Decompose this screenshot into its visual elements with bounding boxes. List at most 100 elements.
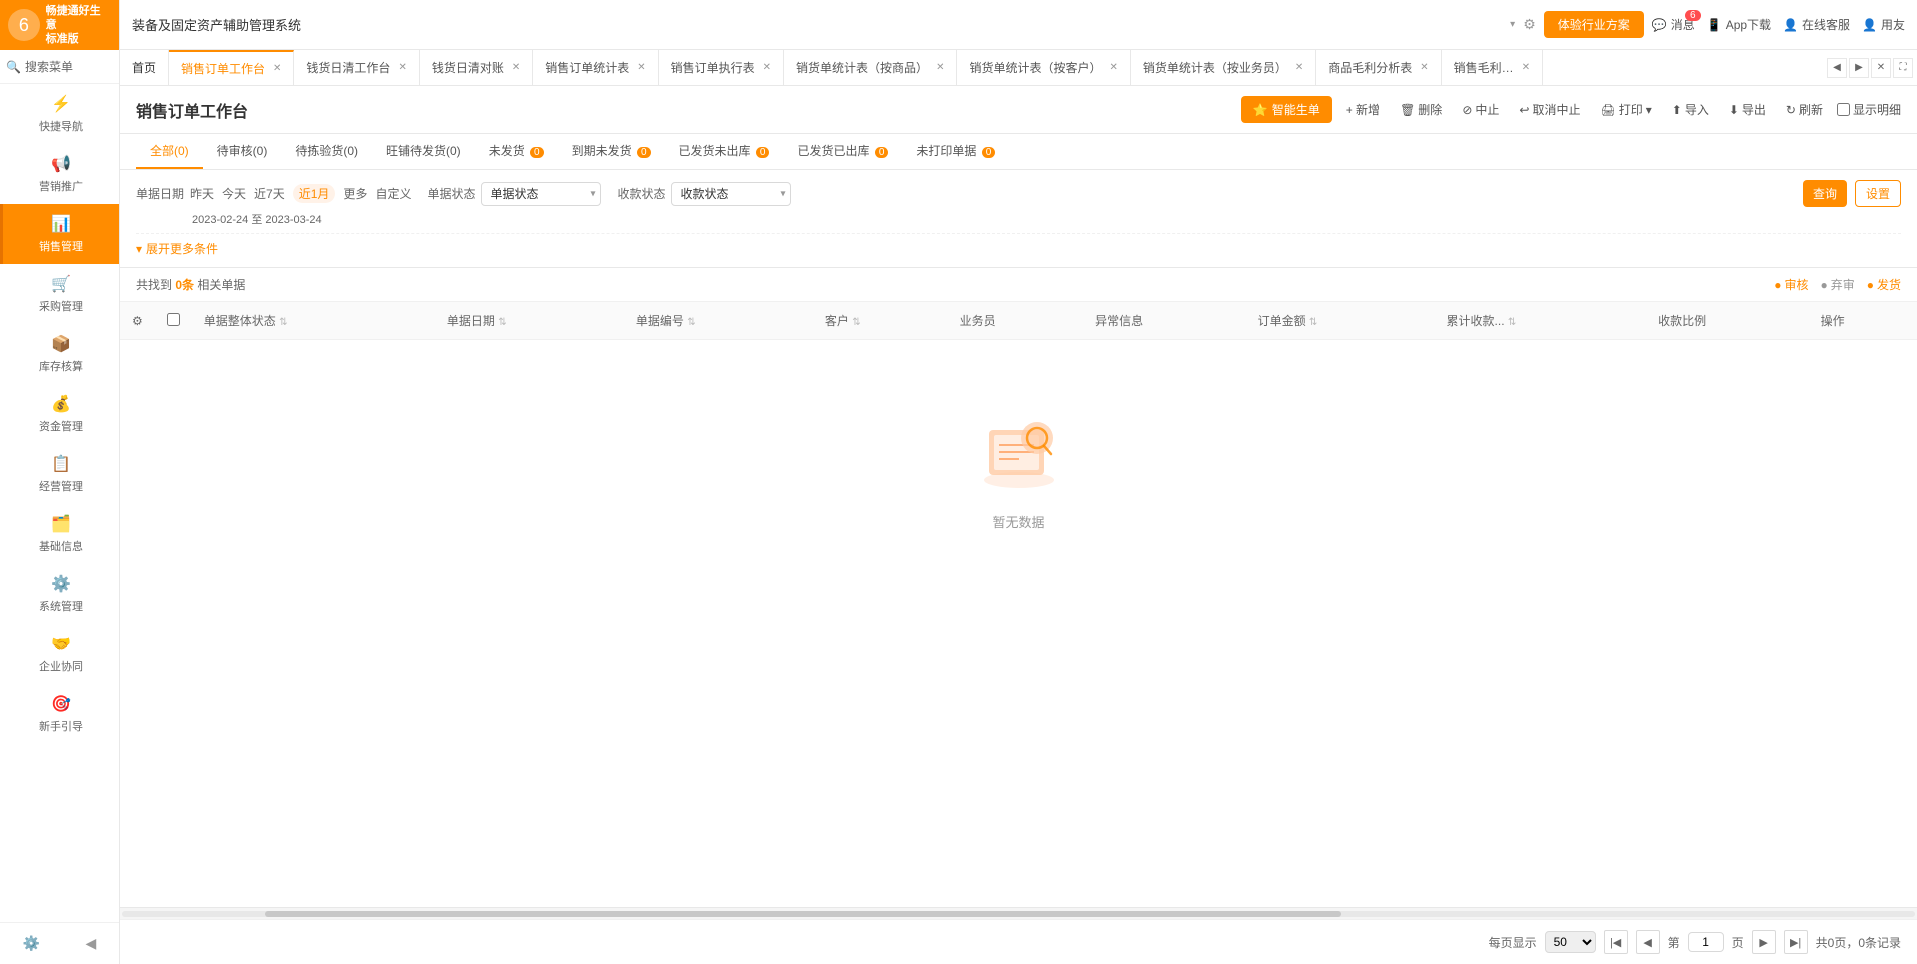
sub-tab-not-shipped[interactable]: 未发货 0	[475, 134, 558, 169]
sub-tab-overdue-ship[interactable]: 到期未发货 0	[558, 134, 665, 169]
sidebar-nav-item-5[interactable]: 💰 资金管理	[0, 384, 119, 444]
settings-gear-icon[interactable]: ⚙	[1523, 16, 1536, 33]
date-opt-7days[interactable]: 近7天	[254, 185, 285, 202]
tab-gross-profit[interactable]: 商品毛利分析表 ✕	[1316, 50, 1441, 86]
online-service-btn[interactable]: 👤 在线客服	[1783, 16, 1850, 33]
tab-close-btn[interactable]: ✕	[273, 63, 281, 74]
date-opt-yesterday[interactable]: 昨天	[190, 185, 214, 202]
tab-close-btn-10[interactable]: ✕	[1522, 62, 1530, 73]
tab-close-btn-9[interactable]: ✕	[1420, 62, 1428, 73]
tab-daily-reconcile[interactable]: 钱货日清对账 ✕	[420, 50, 533, 86]
sort-collected-icon[interactable]: ⇅	[1508, 317, 1516, 328]
filter-area: 单据日期 昨天 今天 近7天 近1月 更多 自定义 单据状态 单据状态	[120, 170, 1917, 268]
tab-nav-left-btn[interactable]: ◀	[1827, 58, 1847, 78]
print-btn[interactable]: 🖨 打印 ▾	[1594, 97, 1657, 122]
stop-btn[interactable]: ⊘ 中止	[1456, 97, 1505, 122]
sub-tab-pending-audit[interactable]: 待审核(0)	[203, 134, 282, 169]
sidebar-nav-item-8[interactable]: ⚙️ 系统管理	[0, 564, 119, 624]
revoke-action[interactable]: ● 弃审	[1820, 276, 1854, 293]
last-page-btn[interactable]: ▶|	[1784, 930, 1808, 954]
tab-nav-right-btn[interactable]: ▶	[1849, 58, 1869, 78]
tab-nav-fullscreen-btn[interactable]: ⛶	[1893, 58, 1913, 78]
select-all-checkbox[interactable]	[167, 313, 180, 326]
settings-col-icon[interactable]: ⚙	[132, 314, 143, 328]
sidebar-nav-item-1[interactable]: 📢 营销推广	[0, 144, 119, 204]
import-icon: ⬆	[1672, 103, 1682, 117]
sort-order-status-icon[interactable]: ⇅	[279, 317, 287, 328]
settings-bottom-btn[interactable]: ⚙️	[19, 931, 44, 956]
sub-tab-all[interactable]: 全部(0)	[136, 134, 203, 169]
add-btn[interactable]: + 新增	[1340, 97, 1386, 122]
first-page-btn[interactable]: |◀	[1604, 930, 1628, 954]
sub-tab-shipped-not-out[interactable]: 已发货未出库 0	[665, 134, 784, 169]
cancel-stop-btn[interactable]: ↩ 取消中止	[1513, 97, 1586, 122]
tab-sales-stats[interactable]: 销售订单统计表 ✕	[533, 50, 658, 86]
tab-daily-clear[interactable]: 钱货日清工作台 ✕	[294, 50, 419, 86]
sub-tab-wangpu-ship[interactable]: 旺铺待发货(0)	[372, 134, 475, 169]
prev-page-btn[interactable]: ◀	[1636, 930, 1660, 954]
tab-sales-by-customer[interactable]: 销货单统计表（按客户） ✕	[957, 50, 1130, 86]
sort-customer-icon[interactable]: ⇅	[852, 317, 860, 328]
tab-sales-by-staff[interactable]: 销货单统计表（按业务员） ✕	[1131, 50, 1316, 86]
sub-tab-pending-check[interactable]: 待拣验货(0)	[281, 134, 372, 169]
import-btn[interactable]: ⬆ 导入	[1666, 97, 1715, 122]
tab-close-btn-6[interactable]: ✕	[936, 62, 944, 73]
industry-solution-btn[interactable]: 体验行业方案	[1544, 11, 1644, 38]
ship-action[interactable]: ● 发货	[1867, 276, 1901, 293]
sidebar-nav-item-7[interactable]: 🗂️ 基础信息	[0, 504, 119, 564]
print-dropdown-arrow[interactable]: ▾	[1646, 103, 1652, 117]
sub-tab-shipped-out[interactable]: 已发货已出库 0	[783, 134, 902, 169]
query-btn[interactable]: 查询	[1803, 180, 1847, 207]
tab-close-btn-5[interactable]: ✕	[763, 62, 771, 73]
date-opt-1month[interactable]: 近1月	[293, 184, 336, 203]
status-select[interactable]: 单据状态	[481, 182, 601, 206]
smart-create-btn[interactable]: ⭐ 智能生单	[1241, 96, 1332, 123]
sort-amount-icon[interactable]: ⇅	[1309, 317, 1317, 328]
next-page-btn[interactable]: ▶	[1752, 930, 1776, 954]
tab-nav-close-btn[interactable]: ✕	[1871, 58, 1891, 78]
sidebar-nav-item-6[interactable]: 📋 经营管理	[0, 444, 119, 504]
system-dropdown-arrow[interactable]: ▾	[1510, 19, 1515, 30]
search-menu-item[interactable]: 🔍 搜索菜单	[0, 50, 119, 84]
sort-order-date-icon[interactable]: ⇅	[498, 317, 506, 328]
show-detail-checkbox[interactable]: 显示明细	[1837, 101, 1901, 118]
payment-select[interactable]: 收款状态	[671, 182, 791, 206]
sidebar-nav-item-9[interactable]: 🤝 企业协同	[0, 624, 119, 684]
refresh-btn[interactable]: ↻ 刷新	[1780, 97, 1829, 122]
tab-sales-by-product[interactable]: 销货单统计表（按商品） ✕	[784, 50, 957, 86]
delete-btn[interactable]: 🗑 删除	[1394, 97, 1448, 122]
tab-sales-gross[interactable]: 销售毛利… ✕	[1442, 50, 1543, 86]
sidebar-nav-item-10[interactable]: 🎯 新手引导	[0, 684, 119, 744]
sort-order-no-icon[interactable]: ⇅	[687, 317, 695, 328]
show-detail-input[interactable]	[1837, 103, 1850, 116]
date-opt-custom[interactable]: 自定义	[375, 185, 411, 202]
sidebar-nav-item-0[interactable]: ⚡ 快捷导航	[0, 84, 119, 144]
tab-close-btn-8[interactable]: ✕	[1295, 62, 1303, 73]
tab-sales-exec[interactable]: 销售订单执行表 ✕	[659, 50, 784, 86]
settings-filter-btn[interactable]: 设置	[1855, 180, 1901, 207]
tab-close-btn-3[interactable]: ✕	[512, 62, 520, 73]
app-download-btn[interactable]: 📱 App下载	[1707, 16, 1771, 33]
scroll-bar-thumb[interactable]	[265, 911, 1341, 917]
collapse-btn[interactable]: ◀	[82, 931, 101, 956]
sidebar-nav-item-3[interactable]: 🛒 采购管理	[0, 264, 119, 324]
sidebar-nav-item-2[interactable]: 📊 销售管理	[0, 204, 119, 264]
date-opt-more[interactable]: 更多	[343, 185, 367, 202]
per-page-select[interactable]: 50 100 200	[1545, 931, 1596, 953]
tab-close-btn-2[interactable]: ✕	[398, 62, 406, 73]
sidebar-nav-item-4[interactable]: 📦 库存核算	[0, 324, 119, 384]
message-btn[interactable]: 💬 消息 6	[1652, 16, 1695, 33]
user-menu[interactable]: 👤 用友	[1862, 16, 1905, 33]
expand-filters-btn[interactable]: ▾ 展开更多条件	[136, 240, 1901, 257]
tab-close-btn-4[interactable]: ✕	[637, 62, 645, 73]
date-opt-today[interactable]: 今天	[222, 185, 246, 202]
scroll-bar-area[interactable]	[120, 907, 1917, 919]
export-btn[interactable]: ⬇ 导出	[1723, 97, 1772, 122]
page-number-input[interactable]: 1	[1688, 932, 1724, 952]
tab-home[interactable]: 首页	[120, 50, 169, 86]
tab-close-btn-7[interactable]: ✕	[1109, 62, 1117, 73]
sub-tab-not-printed[interactable]: 未打印单据 0	[902, 134, 1009, 169]
audit-action[interactable]: ● 审核	[1774, 276, 1808, 293]
tab-sales-order-workbench[interactable]: 销售订单工作台 ✕	[169, 50, 294, 86]
search-icon: 🔍	[6, 60, 21, 74]
